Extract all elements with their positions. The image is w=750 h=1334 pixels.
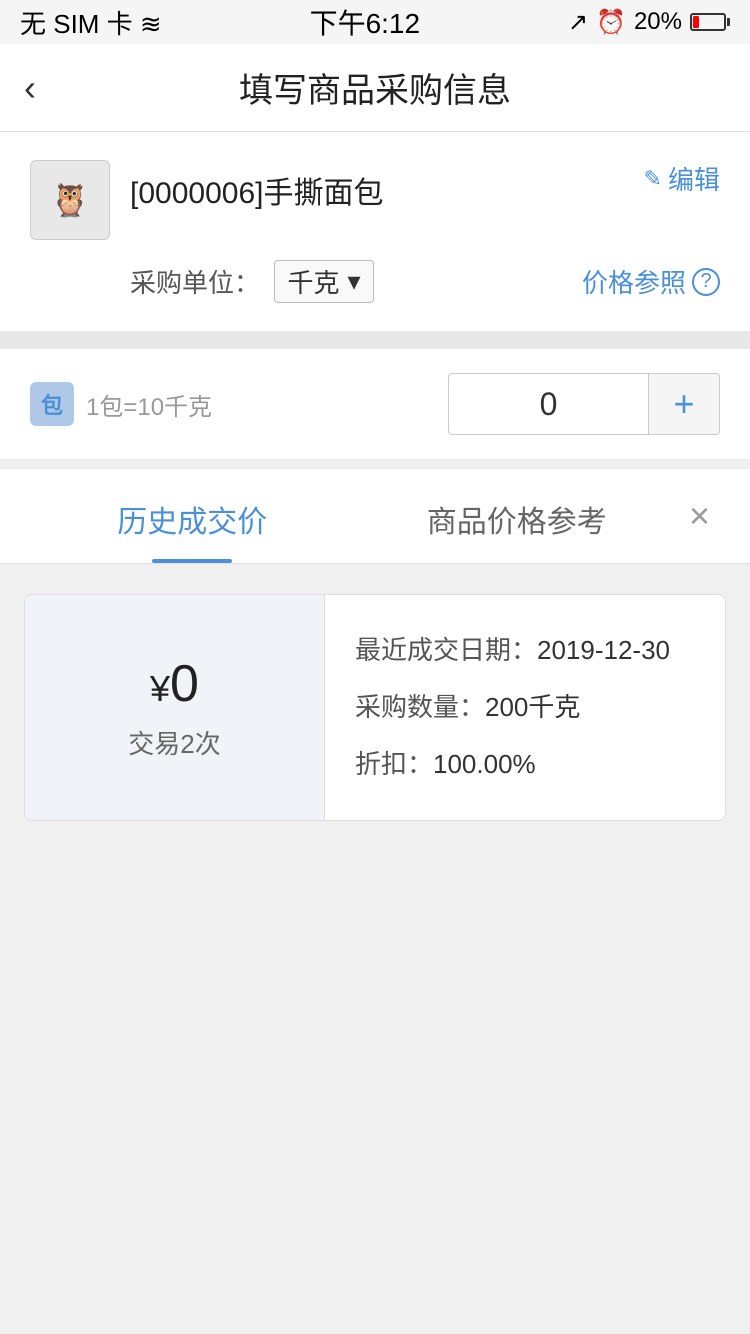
- content-area: ¥0 交易2次 最近成交日期：2019-12-30 采购数量：200千克 折扣：…: [0, 564, 750, 1264]
- bag-conversion-label: 1包=10千克: [86, 387, 212, 422]
- quantity-control: 0 +: [448, 373, 720, 435]
- unit-value: 千克: [287, 263, 339, 300]
- currency-symbol: ¥: [150, 668, 170, 709]
- trade-count: 交易2次: [128, 724, 220, 761]
- price-value: 0: [170, 655, 199, 713]
- status-time: 下午6:12: [310, 2, 421, 42]
- help-icon: ?: [692, 268, 720, 296]
- price-left-panel: ¥0 交易2次: [25, 595, 325, 820]
- product-name: [0000006]手撕面包: [130, 160, 383, 212]
- product-section: 🦉 [0000006]手撕面包 ✎ 编辑 采购单位： 千克 ▾ 价格参照 ?: [0, 132, 750, 331]
- product-thumbnail: 🦉: [30, 160, 110, 240]
- price-ref-button[interactable]: 价格参照 ?: [582, 263, 720, 300]
- tab1-label: 历史成交价: [117, 506, 267, 539]
- back-button[interactable]: ‹: [24, 67, 36, 109]
- product-logo-icon: 🦉: [50, 181, 90, 219]
- discount-row: 折扣：100.00%: [355, 745, 695, 784]
- dropdown-arrow-icon: ▾: [347, 266, 360, 297]
- price-display: ¥0: [150, 654, 199, 714]
- battery-icon: [690, 13, 730, 31]
- quantity-plus-button[interactable]: +: [648, 373, 720, 435]
- bag-icon: 包: [30, 382, 74, 426]
- unit-label: 采购单位：: [130, 268, 260, 298]
- quantity-input[interactable]: 0: [448, 373, 648, 435]
- tab-product-price-ref[interactable]: 商品价格参考: [354, 469, 678, 563]
- status-carrier: 无 SIM 卡 ≋: [20, 4, 162, 41]
- purchase-qty-value: 200千克: [485, 692, 580, 722]
- section-divider: [0, 331, 750, 349]
- status-bar: 无 SIM 卡 ≋ 下午6:12 ↗ ⏰ 20%: [0, 0, 750, 44]
- discount-value: 100.00%: [433, 749, 536, 779]
- tab2-label: 商品价格参考: [427, 506, 607, 539]
- quantity-value: 0: [540, 386, 558, 423]
- purchase-qty-row: 采购数量：200千克: [355, 688, 695, 727]
- price-card: ¥0 交易2次 最近成交日期：2019-12-30 采购数量：200千克 折扣：…: [24, 594, 726, 821]
- quantity-section: 包 1包=10千克 0 +: [0, 349, 750, 459]
- tab-history-price[interactable]: 历史成交价: [30, 469, 354, 563]
- unit-label-group: 采购单位： 千克 ▾: [130, 260, 374, 303]
- product-unit-row: 采购单位： 千克 ▾ 价格参照 ?: [130, 260, 720, 303]
- battery-percent: 20%: [634, 8, 682, 36]
- price-ref-label: 价格参照: [582, 263, 686, 300]
- edit-button[interactable]: ✎ 编辑: [644, 160, 720, 197]
- discount-label: 折扣：: [355, 749, 433, 779]
- carrier-text: 无 SIM 卡 ≋: [20, 4, 162, 41]
- location-icon: ↗: [568, 8, 588, 37]
- recent-date-row: 最近成交日期：2019-12-30: [355, 631, 695, 670]
- tab-active-underline: [152, 559, 232, 563]
- edit-icon: ✎: [644, 166, 662, 192]
- edit-label: 编辑: [668, 160, 720, 197]
- tab-close-button[interactable]: ×: [679, 485, 720, 547]
- nav-bar: ‹ 填写商品采购信息: [0, 44, 750, 132]
- recent-date-label: 最近成交日期：: [355, 635, 537, 665]
- recent-date-value: 2019-12-30: [537, 635, 670, 665]
- bag-info: 包 1包=10千克: [30, 382, 212, 426]
- bag-text: 包: [41, 388, 63, 420]
- tab-bar: 历史成交价 商品价格参考 ×: [0, 469, 750, 564]
- product-left: 🦉 [0000006]手撕面包: [30, 160, 383, 240]
- unit-select-dropdown[interactable]: 千克 ▾: [274, 260, 373, 303]
- purchase-qty-label: 采购数量：: [355, 692, 485, 722]
- alarm-icon: ⏰: [596, 8, 626, 37]
- page-title: 填写商品采购信息: [239, 63, 511, 112]
- price-right-panel: 最近成交日期：2019-12-30 采购数量：200千克 折扣：100.00%: [325, 595, 725, 820]
- status-right-area: ↗ ⏰ 20%: [568, 8, 730, 37]
- product-header: 🦉 [0000006]手撕面包 ✎ 编辑: [30, 160, 720, 240]
